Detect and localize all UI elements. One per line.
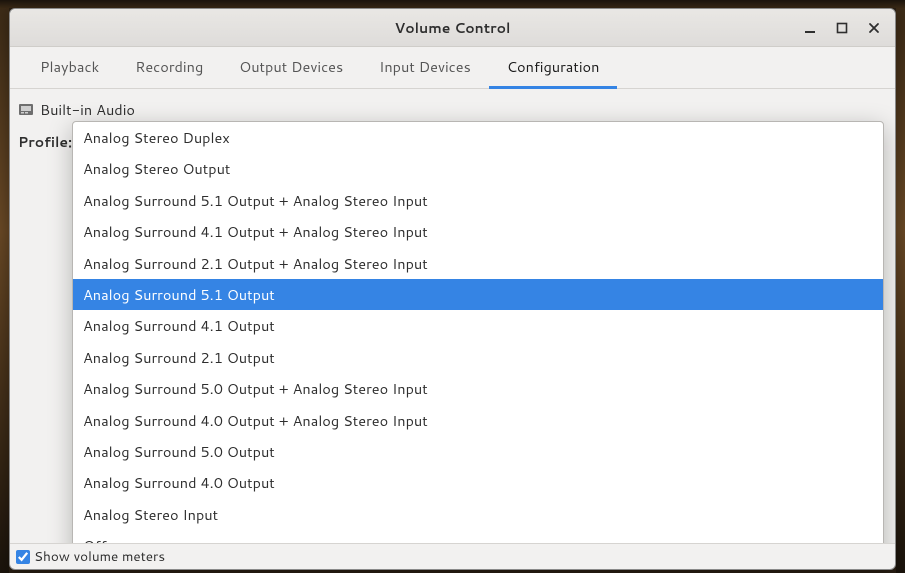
maximize-button[interactable] xyxy=(827,15,857,41)
profile-option[interactable]: Analog Surround 4.0 Output xyxy=(73,467,883,498)
minimize-button[interactable] xyxy=(795,15,825,41)
titlebar[interactable]: Volume Control xyxy=(10,9,895,47)
tab-output-devices[interactable]: Output Devices xyxy=(221,47,361,89)
tab-configuration[interactable]: Configuration xyxy=(489,47,618,89)
profile-option[interactable]: Analog Surround 5.1 Output + Analog Ster… xyxy=(73,185,883,216)
window-title: Volume Control xyxy=(395,18,511,38)
app-window: Volume Control PlaybackRecordingOutput D… xyxy=(9,8,896,570)
profile-option[interactable]: Analog Surround 2.1 Output + Analog Ster… xyxy=(73,248,883,279)
profile-option[interactable]: Analog Surround 4.0 Output + Analog Ster… xyxy=(73,405,883,436)
profile-option[interactable]: Analog Surround 2.1 Output xyxy=(73,342,883,373)
show-volume-meters-label[interactable]: Show volume meters xyxy=(34,547,165,566)
footer-bar: Show volume meters xyxy=(10,543,895,569)
content-area: Built-in Audio Profile: Analog Stereo Du… xyxy=(10,89,895,543)
profile-option[interactable]: Analog Surround 4.1 Output xyxy=(73,310,883,341)
profile-option[interactable]: Analog Stereo Duplex xyxy=(73,122,883,153)
device-name: Built-in Audio xyxy=(40,99,135,120)
tab-playback[interactable]: Playback xyxy=(22,47,117,89)
maximize-icon xyxy=(835,21,849,35)
profile-option[interactable]: Analog Surround 4.1 Output + Analog Ster… xyxy=(73,216,883,247)
close-icon xyxy=(867,21,881,35)
profile-option[interactable]: Off xyxy=(73,530,883,543)
profile-option[interactable]: Analog Stereo Output xyxy=(73,153,883,184)
sound-card-icon xyxy=(18,102,34,118)
profile-option[interactable]: Analog Surround 5.1 Output xyxy=(73,279,883,310)
close-button[interactable] xyxy=(859,15,889,41)
tab-input-devices[interactable]: Input Devices xyxy=(361,47,489,89)
show-volume-meters-checkbox[interactable] xyxy=(16,550,30,564)
profile-option[interactable]: Analog Surround 5.0 Output xyxy=(73,436,883,467)
profile-label: Profile: xyxy=(18,130,72,152)
window-controls xyxy=(795,9,889,46)
minimize-icon xyxy=(803,21,817,35)
tab-bar: PlaybackRecordingOutput DevicesInput Dev… xyxy=(10,47,895,89)
profile-dropdown-popup[interactable]: Analog Stereo DuplexAnalog Stereo Output… xyxy=(72,121,884,543)
tab-recording[interactable]: Recording xyxy=(117,47,221,89)
profile-option[interactable]: Analog Surround 5.0 Output + Analog Ster… xyxy=(73,373,883,404)
profile-option[interactable]: Analog Stereo Input xyxy=(73,499,883,530)
